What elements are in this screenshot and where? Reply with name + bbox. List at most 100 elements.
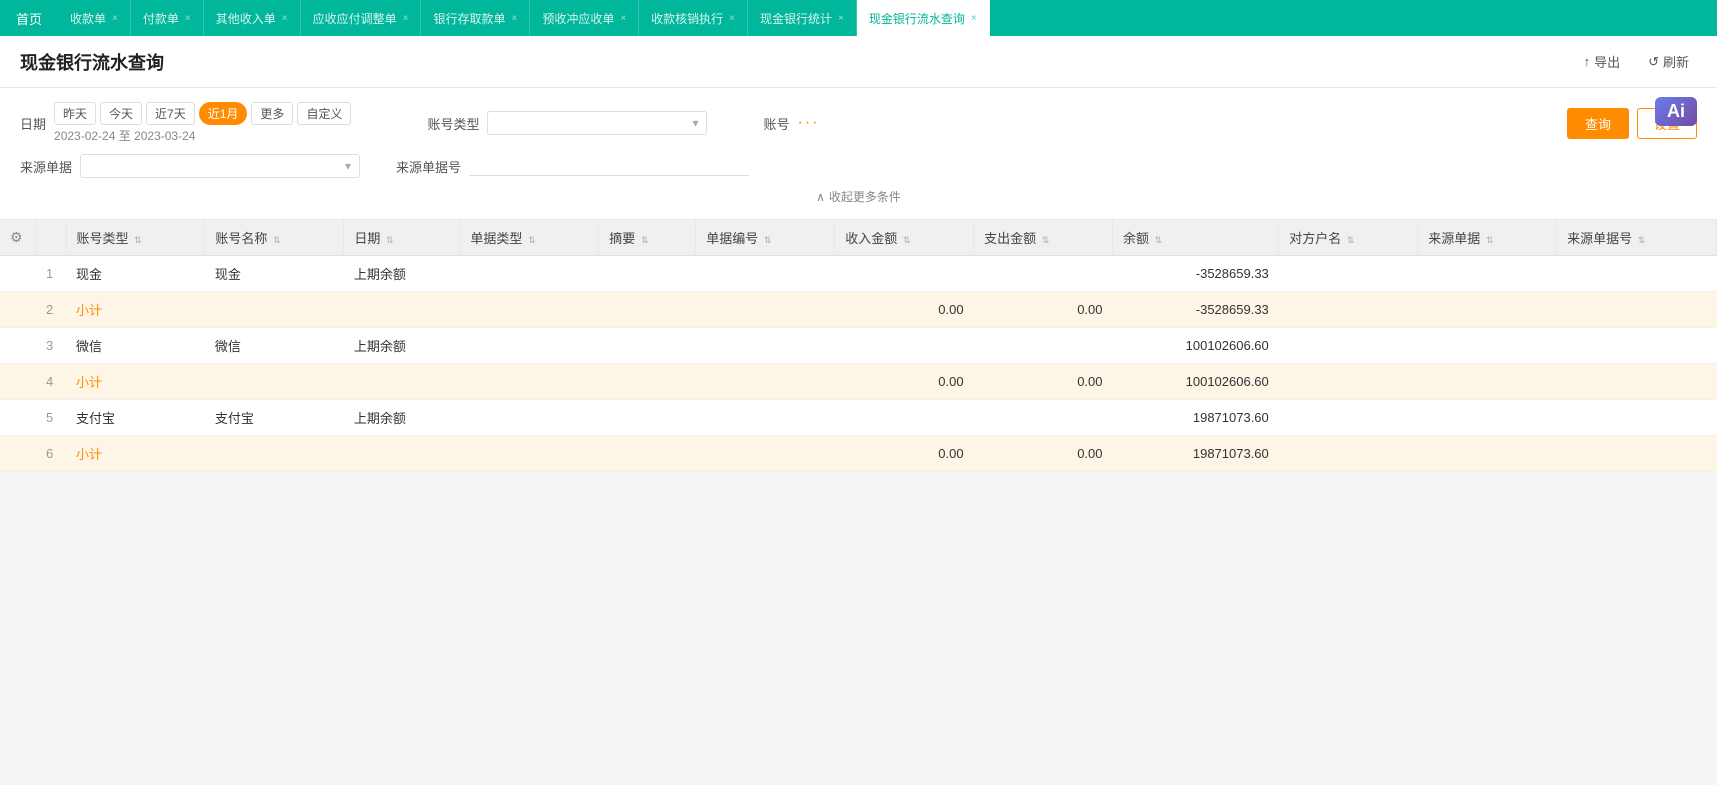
account-type-label: 账号类型: [427, 114, 479, 133]
th-source-doc[interactable]: 来源单据 ⇅: [1418, 220, 1557, 256]
data-table: ⚙ 账号类型 ⇅ 账号名称 ⇅ 日期 ⇅ 单据类型 ⇅ 摘要 ⇅ 单据编号 ⇅ …: [0, 220, 1717, 472]
th-account-type[interactable]: 账号类型 ⇅: [66, 220, 205, 256]
table-cell: [344, 436, 460, 472]
date-btn-custom[interactable]: 自定义: [297, 102, 351, 125]
th-num: [36, 220, 66, 256]
table-cell: [1557, 292, 1717, 328]
refresh-button[interactable]: ↺ 刷新: [1640, 48, 1697, 75]
table-cell: [344, 364, 460, 400]
tab-close-icon[interactable]: ×: [838, 13, 844, 24]
tab-close-icon[interactable]: ×: [185, 13, 191, 24]
table-cell: [0, 400, 36, 436]
table-cell: [599, 364, 696, 400]
account-type-select[interactable]: ▾: [487, 111, 707, 135]
table-cell: -3528659.33: [1113, 256, 1279, 292]
source-doc-select[interactable]: ▾: [80, 154, 360, 178]
table-cell: 现金: [205, 256, 344, 292]
table-container: ⚙ 账号类型 ⇅ 账号名称 ⇅ 日期 ⇅ 单据类型 ⇅ 摘要 ⇅ 单据编号 ⇅ …: [0, 220, 1717, 472]
table-cell: [696, 292, 835, 328]
table-cell: [0, 328, 36, 364]
filter-row-2: 来源单据 ▾ 来源单据号: [20, 154, 1697, 178]
nav-tab-shoukuan[interactable]: 收款单 ×: [58, 0, 131, 36]
table-cell: 上期余额: [344, 328, 460, 364]
table-body: 1现金现金上期余额-3528659.332小计0.000.00-3528659.…: [0, 256, 1717, 472]
table-cell: 3: [36, 328, 66, 364]
th-balance[interactable]: 余额 ⇅: [1113, 220, 1279, 256]
th-income[interactable]: 收入金额 ⇅: [835, 220, 974, 256]
table-row[interactable]: 5支付宝支付宝上期余额19871073.60: [0, 400, 1717, 436]
tab-close-icon[interactable]: ×: [403, 13, 409, 24]
th-summary[interactable]: 摘要 ⇅: [599, 220, 696, 256]
filter-area: 日期 昨天 今天 近7天 近1月 更多 自定义 2023-02-24 至 202…: [0, 88, 1717, 220]
table-row[interactable]: 6小计0.000.0019871073.60: [0, 436, 1717, 472]
top-nav: 首页 收款单 × 付款单 × 其他收入单 × 应收应付调整单 × 银行存取款单 …: [0, 0, 1717, 36]
table-cell: [1557, 256, 1717, 292]
date-btn-1month[interactable]: 近1月: [199, 102, 248, 125]
gear-icon[interactable]: ⚙: [10, 229, 23, 245]
nav-tab-yinhang[interactable]: 银行存取款单 ×: [421, 0, 530, 36]
chevron-down-icon: ▾: [692, 116, 698, 130]
th-counterparty[interactable]: 对方户名 ⇅: [1279, 220, 1418, 256]
th-source-doc-no[interactable]: 来源单据号 ⇅: [1557, 220, 1717, 256]
chevron-down-icon: ▾: [345, 159, 351, 173]
nav-tab-tongji[interactable]: 现金银行统计 ×: [748, 0, 857, 36]
date-filter: 日期 昨天 今天 近7天 近1月 更多 自定义 2023-02-24 至 202…: [20, 102, 351, 144]
table-cell: [974, 400, 1113, 436]
table-cell: [696, 436, 835, 472]
table-cell: [835, 256, 974, 292]
th-account-name[interactable]: 账号名称 ⇅: [205, 220, 344, 256]
date-btn-7days[interactable]: 近7天: [146, 102, 195, 125]
nav-tab-hexiao[interactable]: 收款核销执行 ×: [639, 0, 748, 36]
table-cell: [1279, 292, 1418, 328]
date-btn-more[interactable]: 更多: [251, 102, 293, 125]
table-cell: [1279, 436, 1418, 472]
th-date[interactable]: 日期 ⇅: [344, 220, 460, 256]
tab-close-icon[interactable]: ×: [729, 13, 735, 24]
table-cell: 支付宝: [66, 400, 205, 436]
th-doc-no[interactable]: 单据编号 ⇅: [696, 220, 835, 256]
table-cell: [696, 328, 835, 364]
nav-home[interactable]: 首页: [0, 0, 58, 36]
filter-row-1: 日期 昨天 今天 近7天 近1月 更多 自定义 2023-02-24 至 202…: [20, 102, 1697, 144]
query-button[interactable]: 查询: [1567, 108, 1629, 139]
source-doc-no-filter: 来源单据号: [396, 157, 749, 176]
collapse-bar[interactable]: ∧ 收起更多条件: [20, 188, 1697, 205]
export-button[interactable]: ↑ 导出: [1576, 48, 1629, 75]
refresh-icon: ↺: [1648, 54, 1659, 70]
th-settings: ⚙: [0, 220, 36, 256]
table-cell: 小计: [66, 292, 205, 328]
table-cell: 100102606.60: [1113, 364, 1279, 400]
table-cell: [696, 364, 835, 400]
table-cell: [460, 400, 599, 436]
table-cell: [599, 436, 696, 472]
nav-tab-yushou[interactable]: 预收冲应收单 ×: [530, 0, 639, 36]
table-cell: [460, 436, 599, 472]
table-cell: 0.00: [835, 364, 974, 400]
more-dots[interactable]: ···: [797, 114, 819, 132]
nav-tab-qita[interactable]: 其他收入单 ×: [204, 0, 301, 36]
table-row[interactable]: 3微信微信上期余额100102606.60: [0, 328, 1717, 364]
table-row[interactable]: 2小计0.000.00-3528659.33: [0, 292, 1717, 328]
date-btn-yesterday[interactable]: 昨天: [54, 102, 96, 125]
tab-close-icon[interactable]: ×: [511, 13, 517, 24]
th-doc-type[interactable]: 单据类型 ⇅: [460, 220, 599, 256]
date-btn-today[interactable]: 今天: [100, 102, 142, 125]
tab-close-icon[interactable]: ×: [971, 13, 977, 24]
tab-close-icon[interactable]: ×: [282, 13, 288, 24]
table-cell: [696, 256, 835, 292]
collapse-label: 收起更多条件: [829, 188, 901, 205]
table-cell: [460, 328, 599, 364]
table-cell: [205, 364, 344, 400]
table-row[interactable]: 4小计0.000.00100102606.60: [0, 364, 1717, 400]
ai-badge[interactable]: Ai: [1655, 97, 1697, 126]
table-cell: [0, 292, 36, 328]
source-doc-filter: 来源单据 ▾: [20, 154, 360, 178]
nav-tab-yingshou[interactable]: 应收应付调整单 ×: [301, 0, 422, 36]
th-expense[interactable]: 支出金额 ⇅: [974, 220, 1113, 256]
nav-tab-fukuan[interactable]: 付款单 ×: [131, 0, 204, 36]
tab-close-icon[interactable]: ×: [620, 13, 626, 24]
source-doc-no-input[interactable]: [469, 157, 749, 176]
nav-tab-liushui[interactable]: 现金银行流水查询 ×: [857, 0, 990, 36]
table-row[interactable]: 1现金现金上期余额-3528659.33: [0, 256, 1717, 292]
tab-close-icon[interactable]: ×: [112, 13, 118, 24]
